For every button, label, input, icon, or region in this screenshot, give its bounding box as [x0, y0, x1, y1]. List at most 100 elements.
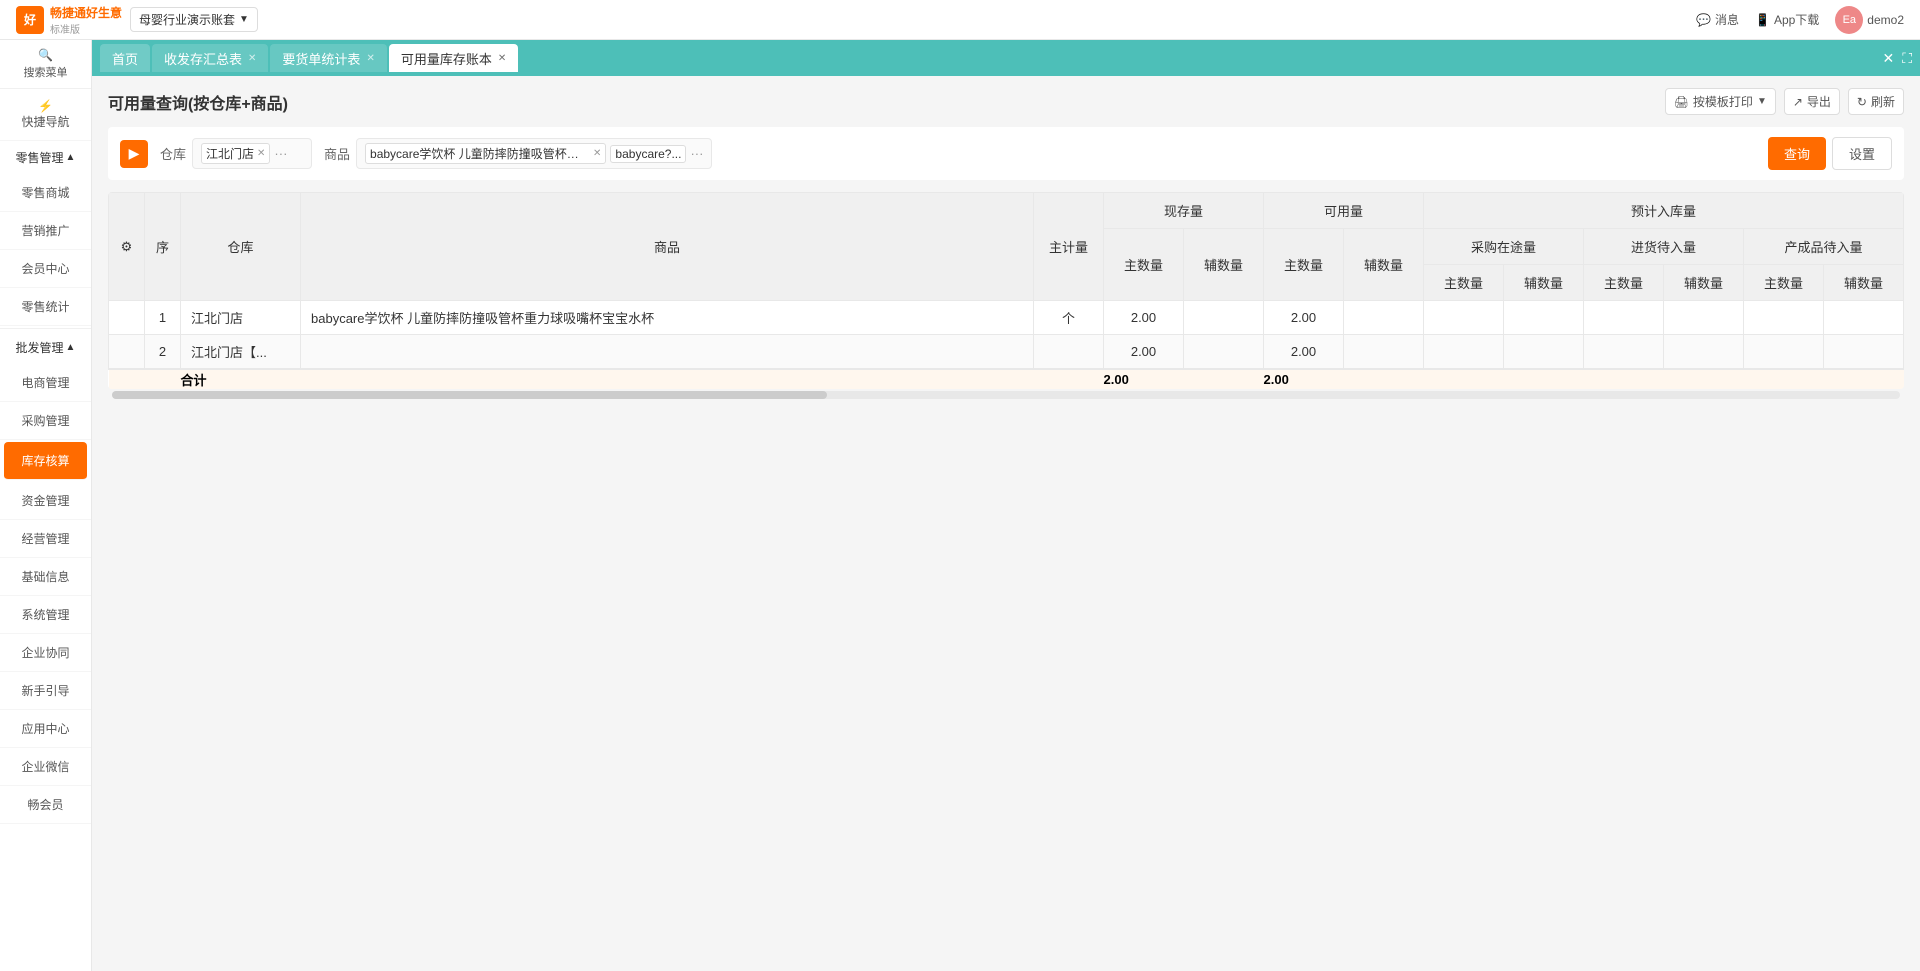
- th-current-main: 主数量: [1104, 229, 1184, 301]
- logo-info: 畅捷通好生意 标准版: [50, 4, 122, 36]
- tab-home[interactable]: 首页: [100, 44, 150, 72]
- tab-expand-icon[interactable]: ⛶: [1902, 50, 1912, 67]
- operations-label: 经营管理: [21, 532, 69, 546]
- export-icon: ↗: [1793, 95, 1803, 109]
- refresh-btn[interactable]: ↻ 刷新: [1848, 88, 1904, 115]
- th-available: 可用量: [1264, 193, 1424, 229]
- row-2-unit: [1034, 335, 1104, 370]
- footer-product-main: [1744, 369, 1824, 389]
- scroll-thumb[interactable]: [112, 391, 827, 399]
- sidebar-item-enterprise[interactable]: 企业协同: [0, 634, 91, 672]
- user-name: demo2: [1867, 13, 1904, 27]
- tab-order-stats-close[interactable]: ✕: [366, 53, 374, 64]
- sidebar-item-retail-mgmt[interactable]: 零售管理 ▲: [0, 141, 91, 174]
- sidebar-item-purchase[interactable]: 采购管理: [0, 402, 91, 440]
- th-available-aux: 辅数量: [1344, 229, 1424, 301]
- logo-text: 畅捷通好生意: [50, 4, 122, 21]
- refresh-icon: ↻: [1857, 95, 1867, 109]
- footer-available-main: 2.00: [1264, 369, 1344, 389]
- sidebar-item-retail-shop[interactable]: 零售商城: [0, 174, 91, 212]
- sidebar-item-vip[interactable]: 畅会员: [0, 786, 91, 824]
- retail-stats-label: 零售统计: [21, 300, 69, 314]
- settings-btn[interactable]: 设置: [1832, 137, 1892, 170]
- warehouse-input[interactable]: 江北门店 ✕ ···: [192, 138, 312, 169]
- message-label: 消息: [1715, 11, 1739, 28]
- footer-label: 合计: [181, 369, 1104, 389]
- row-2-settings: [109, 335, 145, 370]
- sidebar-item-inventory[interactable]: 库存核算: [4, 442, 87, 480]
- row-1-incoming-aux: [1664, 301, 1744, 335]
- sidebar-item-member[interactable]: 会员中心: [0, 250, 91, 288]
- tab-available-stock-label: 可用量库存账本: [401, 49, 492, 68]
- nav-label: 快捷导航: [4, 113, 87, 130]
- top-bar: 好 畅捷通好生意 标准版 母婴行业演示账套 ▼ 💬 消息 📱 App下载 Ea …: [0, 0, 1920, 40]
- export-btn[interactable]: ↗ 导出: [1784, 88, 1840, 115]
- sidebar-item-newbie[interactable]: 新手引导: [0, 672, 91, 710]
- filter-area: ▶ 仓库 江北门店 ✕ ··· 商品 babycare: [108, 127, 1904, 180]
- row-1-settings: [109, 301, 145, 335]
- sidebar-search[interactable]: 🔍 搜索菜单: [0, 40, 91, 89]
- tab-available-stock-close[interactable]: ✕: [498, 53, 506, 64]
- tab-receive-pay[interactable]: 收发存汇总表 ✕: [152, 44, 268, 72]
- row-1-purchase-main: [1424, 301, 1504, 335]
- row-2-warehouse: 江北门店【...: [181, 335, 301, 370]
- sidebar-item-system[interactable]: 系统管理: [0, 596, 91, 634]
- th-incoming-pending: 进货待入量: [1584, 229, 1744, 265]
- query-btn[interactable]: 查询: [1768, 137, 1826, 170]
- product-tag-2: babycare?...: [610, 145, 686, 163]
- enterprise-wechat-label: 企业微信: [21, 760, 69, 774]
- industry-selector[interactable]: 母婴行业演示账套 ▼: [130, 7, 258, 32]
- sidebar-item-wholesale[interactable]: 批发管理 ▲: [0, 331, 91, 364]
- footer-current-aux: [1184, 369, 1264, 389]
- sidebar-item-retail-stats[interactable]: 零售统计: [0, 288, 91, 326]
- filter-toggle-btn[interactable]: ▶: [120, 140, 148, 168]
- tab-order-stats[interactable]: 要货单统计表 ✕: [270, 44, 386, 72]
- tab-available-stock[interactable]: 可用量库存账本 ✕: [389, 44, 518, 72]
- avatar: Ea: [1835, 6, 1863, 34]
- message-btn[interactable]: 💬 消息: [1696, 11, 1739, 28]
- app-download-btn[interactable]: 📱 App下载: [1755, 11, 1819, 28]
- warehouse-more[interactable]: ···: [274, 146, 287, 161]
- arrow-icon-2: ▲: [66, 342, 76, 353]
- table-header-row-1: ⚙ 序 仓库 商品 主计量 现存量 可用量 预计入库量: [109, 193, 1904, 229]
- download-icon: 📱: [1755, 13, 1770, 27]
- sidebar-item-ecommerce[interactable]: 电商管理: [0, 364, 91, 402]
- tab-receive-pay-close[interactable]: ✕: [248, 53, 256, 64]
- sidebar-item-marketing[interactable]: 营销推广: [0, 212, 91, 250]
- member-label: 会员中心: [21, 262, 69, 276]
- product-filter: 商品 babycare学饮杯 儿童防摔防撞吸管杯重力球吸嘴杯宝宝水杯 ✕ bab…: [324, 138, 712, 169]
- sidebar-item-app-center[interactable]: 应用中心: [0, 710, 91, 748]
- row-2-current-aux: [1184, 335, 1264, 370]
- product-input[interactable]: babycare学饮杯 儿童防摔防撞吸管杯重力球吸嘴杯宝宝水杯 ✕ babyca…: [356, 138, 712, 169]
- product-label: 商品: [324, 144, 350, 163]
- arrow-icon: ▲: [66, 152, 76, 163]
- sidebar-item-operations[interactable]: 经营管理: [0, 520, 91, 558]
- sidebar-item-basic-info[interactable]: 基础信息: [0, 558, 91, 596]
- tab-order-stats-label: 要货单统计表: [282, 49, 360, 68]
- sidebar-item-finance[interactable]: 资金管理: [0, 482, 91, 520]
- warehouse-filter: 仓库 江北门店 ✕ ···: [160, 138, 312, 169]
- sidebar-item-quick-nav[interactable]: ⚡ 快捷导航: [0, 89, 91, 141]
- th-settings[interactable]: ⚙: [109, 193, 145, 301]
- warehouse-tag-close[interactable]: ✕: [257, 148, 265, 159]
- product-more[interactable]: ···: [690, 146, 703, 161]
- print-btn[interactable]: 🖨 按模板打印 ▼: [1665, 88, 1776, 115]
- scroll-track[interactable]: [112, 391, 1900, 399]
- table-footer-row: 合计 2.00 2.00: [109, 369, 1904, 389]
- product-tag-1-close[interactable]: ✕: [593, 148, 601, 159]
- table-row: 1 江北门店 babycare学饮杯 儿童防摔防撞吸管杯重力球吸嘴杯宝宝水杯 个…: [109, 301, 1904, 335]
- warehouse-label: 仓库: [160, 144, 186, 163]
- avatar-initials: Ea: [1843, 14, 1856, 26]
- row-1-unit: 个: [1034, 301, 1104, 335]
- download-label: App下载: [1774, 11, 1819, 28]
- user-avatar-area[interactable]: Ea demo2: [1835, 6, 1904, 34]
- product-tag-2-value: babycare?...: [615, 147, 681, 161]
- logo-icon: 好: [16, 6, 44, 34]
- th-purchase-transit: 采购在途量: [1424, 229, 1584, 265]
- tab-close-all-icon[interactable]: ✕: [1882, 50, 1894, 67]
- footer-available-aux: [1344, 369, 1424, 389]
- th-product-main: 主数量: [1744, 265, 1824, 301]
- th-product-aux: 辅数量: [1824, 265, 1904, 301]
- sidebar-item-enterprise-wechat[interactable]: 企业微信: [0, 748, 91, 786]
- logo-sub: 标准版: [50, 21, 122, 36]
